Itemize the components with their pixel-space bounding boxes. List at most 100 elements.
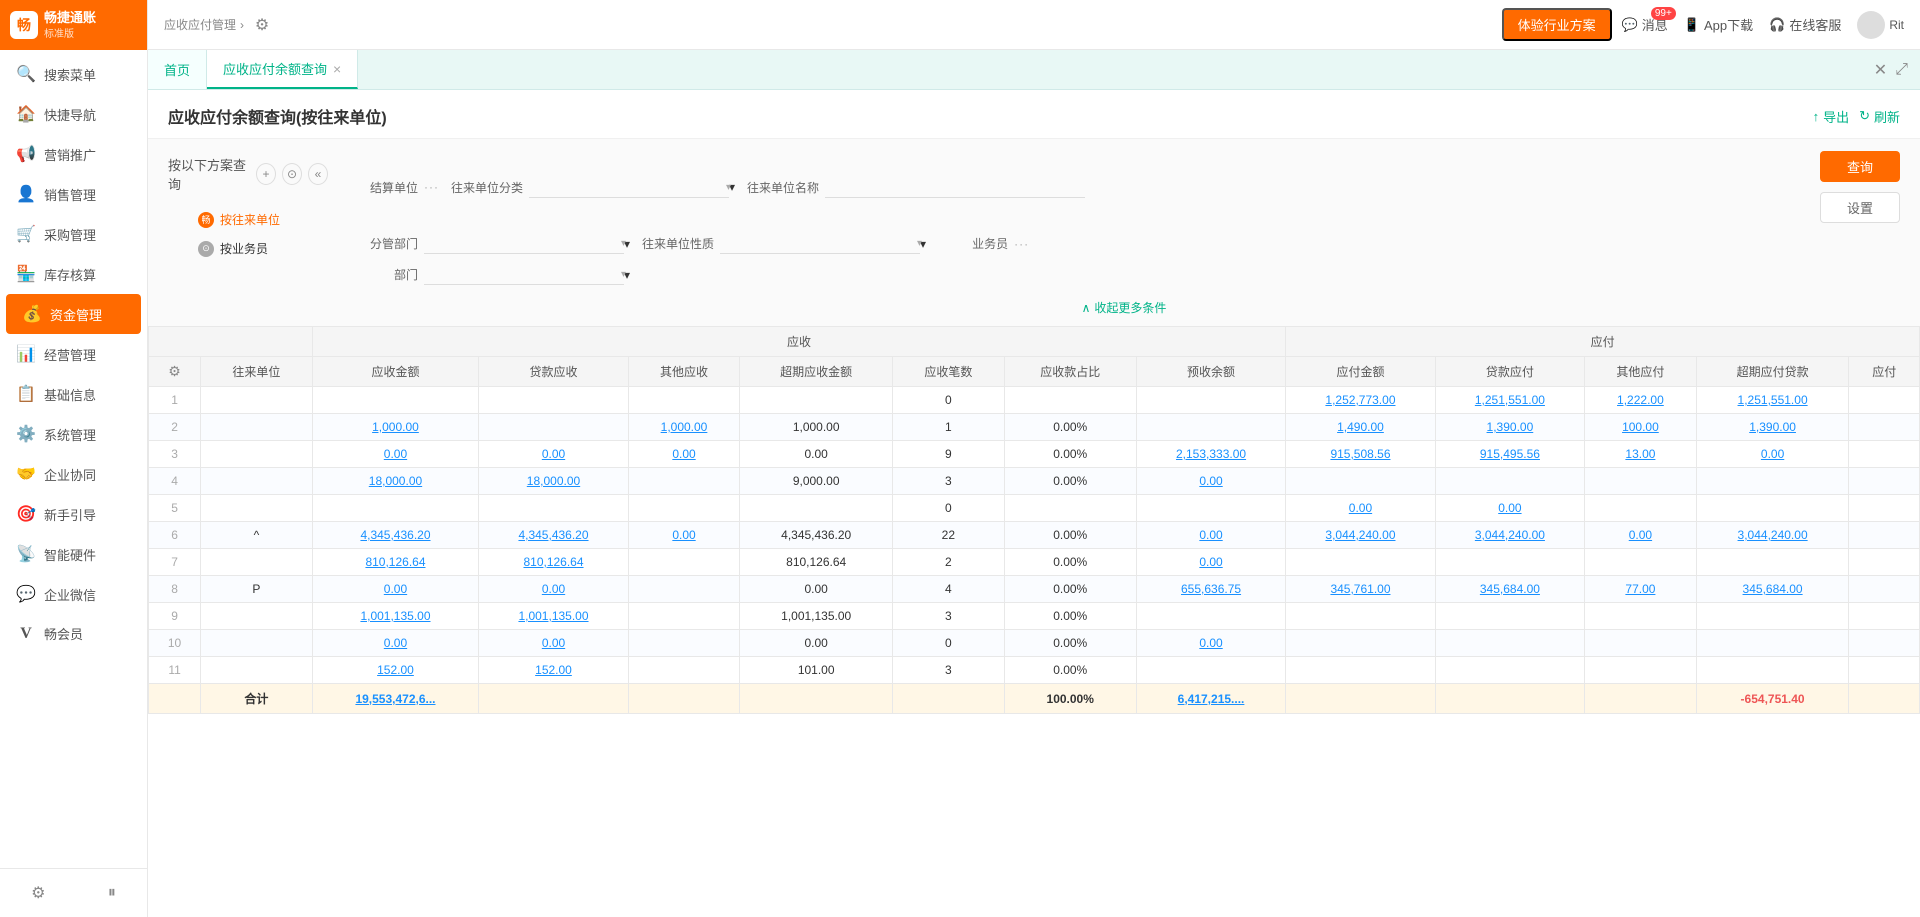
table-cell[interactable]: 0.00 [479,576,628,603]
table-cell[interactable]: 0.00 [312,630,479,657]
table-cell[interactable]: 0.00 [1696,441,1849,468]
partner-nature-input[interactable] [720,233,920,254]
sidebar-item-purchase[interactable]: 🛒 采购管理 [0,214,147,254]
department-input[interactable] [424,264,624,285]
sidebar-item-operations[interactable]: 📊 经营管理 [0,334,147,374]
table-cell[interactable]: 77.00 [1585,576,1697,603]
table-cell[interactable]: 1,000.00 [628,414,740,441]
table-cell[interactable]: 1,252,773.00 [1286,387,1435,414]
table-cell[interactable]: 152.00 [479,657,628,684]
table-cell: 0.00% [1004,576,1136,603]
table-cell[interactable]: 1,490.00 [1286,414,1435,441]
table-cell[interactable]: 100.00 [1585,414,1697,441]
table-cell[interactable]: 1,222.00 [1585,387,1697,414]
collapse-scheme-btn[interactable]: « [308,163,328,185]
refresh-btn[interactable]: ↻ 刷新 [1859,107,1900,126]
table-cell[interactable]: 0.00 [628,522,740,549]
sidebar-item-member[interactable]: V 畅会员 [0,614,147,653]
branch-dept-input[interactable] [424,233,624,254]
table-cell[interactable]: 0.00 [1136,630,1285,657]
table-cell[interactable]: 1,251,551.00 [1696,387,1849,414]
table-container: 应收 应付 ⚙ 往来单位 应收金额 贷款应收 其他应收 超期应收金额 应收笔数 … [148,326,1920,714]
table-cell[interactable]: 1,251,551.00 [1435,387,1584,414]
table-settings-icon[interactable]: ⚙ [168,363,181,379]
table-cell[interactable]: 1,001,135.00 [312,603,479,630]
table-cell[interactable]: 3,044,240.00 [1435,522,1584,549]
table-cell[interactable]: 1,000.00 [312,414,479,441]
sidebar-collapse-btn[interactable]: ⏸ [98,878,126,908]
table-cell[interactable]: 915,495.56 [1435,441,1584,468]
table-cell[interactable]: 810,126.64 [312,549,479,576]
table-cell[interactable]: 4,345,436.20 [479,522,628,549]
table-cell[interactable]: 2,153,333.00 [1136,441,1285,468]
sidebar-item-inventory[interactable]: 🏪 库存核算 [0,254,147,294]
tab-home[interactable]: 首页 [148,50,207,89]
table-cell[interactable]: 18,000.00 [312,468,479,495]
table-cell[interactable]: 13.00 [1585,441,1697,468]
table-cell[interactable]: 18,000.00 [479,468,628,495]
sidebar-item-system[interactable]: ⚙️ 系统管理 [0,414,147,454]
table-cell[interactable]: 152.00 [312,657,479,684]
export-icon: ↑ [1813,109,1820,124]
table-cell[interactable]: 3,044,240.00 [1286,522,1435,549]
setting-button[interactable]: 设置 [1820,192,1900,223]
scheme-by-partner[interactable]: 畅 按往来单位 [188,207,328,232]
sidebar-item-smart-hardware[interactable]: 📡 智能硬件 [0,534,147,574]
app-download-btn[interactable]: 📱 App下载 [1684,15,1753,34]
topbar-gear-btn[interactable]: ⚙ [248,11,276,39]
table-cell[interactable]: 0.00 [1136,522,1285,549]
sidebar-item-sales[interactable]: 👤 销售管理 [0,174,147,214]
sidebar-item-enterprise-collab[interactable]: 🤝 企业协同 [0,454,147,494]
table-cell[interactable]: 4,345,436.20 [312,522,479,549]
scheme-by-salesperson[interactable]: ⊙ 按业务员 [188,236,328,261]
sidebar-settings-btn[interactable]: ⚙ [21,877,55,909]
sidebar-item-enterprise-wechat[interactable]: 💬 企业微信 [0,574,147,614]
table-cell[interactable]: 0.00 [1286,495,1435,522]
tab-expand-btn[interactable]: ⤢ [1895,61,1908,79]
col-settings[interactable]: ⚙ [149,357,201,387]
table-cell[interactable]: 0.00 [312,441,479,468]
add-scheme-btn[interactable]: + [256,163,276,185]
table-cell[interactable]: 345,684.00 [1435,576,1584,603]
table-cell[interactable]: 3,044,240.00 [1696,522,1849,549]
table-cell[interactable]: 1,390.00 [1435,414,1584,441]
table-cell[interactable]: 0.00 [1435,495,1584,522]
table-cell[interactable]: 345,684.00 [1696,576,1849,603]
table-cell[interactable]: 0.00 [1136,468,1285,495]
salesperson-dots[interactable]: ··· [1014,237,1029,251]
table-cell[interactable]: 810,126.64 [479,549,628,576]
sidebar-item-beginner[interactable]: 🎯 新手引导 [0,494,147,534]
footer-ap-prepaid[interactable]: 6,417,215.... [1136,684,1285,714]
sidebar-item-finance[interactable]: 💰 资金管理 [6,294,141,334]
sidebar-item-quick-nav[interactable]: 🏠 快捷导航 [0,94,147,134]
online-service-btn[interactable]: 🎧 在线客服 [1769,15,1841,34]
collapse-more-btn[interactable]: ∧ 收起更多条件 [348,295,1900,320]
sidebar-item-search-menu[interactable]: 🔍 搜索菜单 [0,54,147,94]
sidebar-item-marketing[interactable]: 📢 营销推广 [0,134,147,174]
table-cell[interactable]: 0.00 [479,441,628,468]
user-avatar-area[interactable]: Rit [1857,11,1904,39]
partner-name-input[interactable] [825,177,1085,198]
partner-category-input[interactable] [529,177,729,198]
tab-ar-ap-query[interactable]: 应收应付余额查询 × [207,50,358,89]
promo-button[interactable]: 体验行业方案 [1502,8,1612,41]
export-btn[interactable]: ↑ 导出 [1813,107,1850,126]
table-cell[interactable]: 0.00 [628,441,740,468]
table-cell[interactable]: 0.00 [1585,522,1697,549]
table-cell[interactable]: 345,761.00 [1286,576,1435,603]
sidebar-item-basic-info[interactable]: 📋 基础信息 [0,374,147,414]
query-button[interactable]: 查询 [1820,151,1900,182]
tab-close-icon[interactable]: × [333,61,341,77]
tab-close-all-btn[interactable]: ✕ [1874,60,1887,80]
table-cell[interactable]: 0.00 [1136,549,1285,576]
settlement-unit-dots[interactable]: ··· [424,180,439,194]
table-cell[interactable]: 1,001,135.00 [479,603,628,630]
table-cell[interactable]: 0.00 [479,630,628,657]
table-cell[interactable]: 0.00 [312,576,479,603]
messages-btn[interactable]: 💬 消息 99+ [1622,15,1668,34]
edit-scheme-btn[interactable]: ⊙ [282,163,302,185]
table-cell[interactable]: 655,636.75 [1136,576,1285,603]
table-cell[interactable]: 1,390.00 [1696,414,1849,441]
footer-ar-total[interactable]: 19,553,472,6... [312,684,479,714]
table-cell[interactable]: 915,508.56 [1286,441,1435,468]
